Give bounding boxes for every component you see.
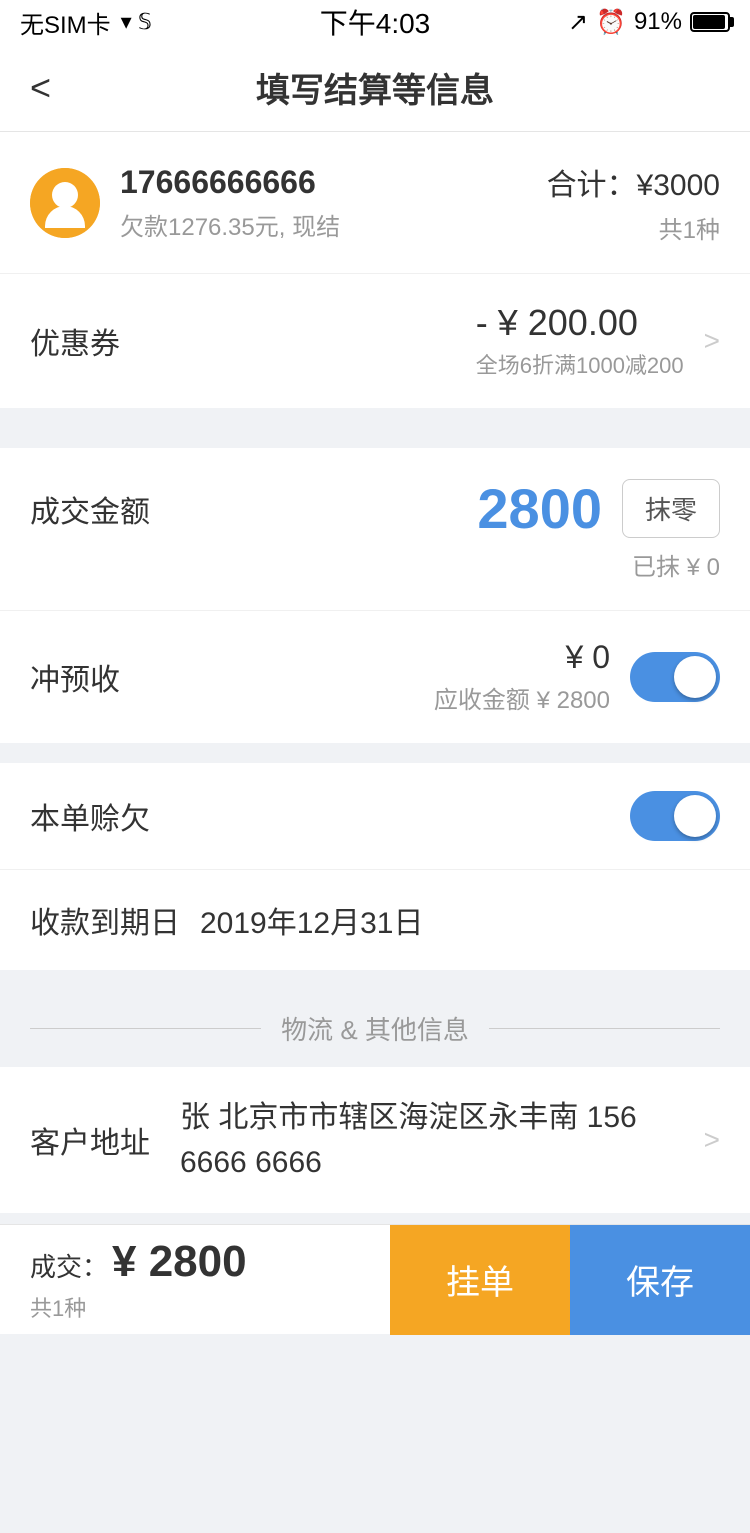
status-left: 无SIM卡 ▾ 𝕊 xyxy=(20,5,152,40)
address-section[interactable]: 客户地址 张 北京市市辖区海淀区永丰南 156 6666 6666 > xyxy=(0,1067,750,1213)
coupon-row[interactable]: 优惠券 - ¥ 200.00 全场6折满1000减200 > xyxy=(0,273,750,408)
address-label: 客户地址 xyxy=(30,1118,150,1162)
duedate-label: 收款到期日 xyxy=(30,898,180,942)
customer-row: 17666666666 欠款1276.35元, 现结 合计：¥3000 共1种 xyxy=(0,132,750,273)
divider-line-right xyxy=(489,1028,720,1029)
toggle-knob xyxy=(674,656,716,698)
time-label: 下午4:03 xyxy=(320,2,431,42)
coupon-info: - ¥ 200.00 全场6折满1000减200 xyxy=(476,302,684,380)
battery-bar xyxy=(690,12,730,32)
avatar xyxy=(30,168,100,238)
prepay-section: 冲预收 ¥ 0 应收金额 ¥ 2800 xyxy=(0,611,750,743)
chevron-right-icon: > xyxy=(704,325,720,357)
wifi-icon: ▾ 𝕊 xyxy=(121,9,152,35)
duedate-value: 2019年12月31日 xyxy=(200,898,423,942)
page-title: 填写结算等信息 xyxy=(256,63,494,112)
bottom-deal-amount: ¥ 2800 xyxy=(112,1237,247,1287)
customer-info: 17666666666 欠款1276.35元, 现结 xyxy=(120,164,340,242)
hang-button[interactable]: 挂单 xyxy=(390,1225,570,1335)
deal-right: 2800 抹零 xyxy=(477,476,720,541)
carrier-label: 无SIM卡 xyxy=(20,5,111,40)
battery-fill xyxy=(693,15,725,29)
prepay-amount: ¥ 0 xyxy=(434,639,610,676)
divider-1 xyxy=(0,428,750,448)
avatar-icon xyxy=(30,168,100,238)
round-btn[interactable]: 抹零 xyxy=(622,479,720,538)
gps-icon: ↗ xyxy=(568,8,588,37)
total-amount: 合计：¥3000 xyxy=(547,160,720,204)
divider-line-left xyxy=(30,1028,261,1029)
deal-row: 成交金额 2800 抹零 xyxy=(30,476,720,541)
bottom-bar: 成交： ¥ 2800 共1种 挂单 保存 xyxy=(0,1224,750,1334)
deal-section: 成交金额 2800 抹零 已抹 ¥ 0 xyxy=(0,448,750,611)
customer-section: 17666666666 欠款1276.35元, 现结 合计：¥3000 共1种 … xyxy=(0,132,750,408)
deal-label: 成交金额 xyxy=(30,487,150,531)
prepay-right: ¥ 0 应收金额 ¥ 2800 xyxy=(434,639,720,715)
duedate-section: 收款到期日 2019年12月31日 xyxy=(0,869,750,970)
address-chevron-icon: > xyxy=(704,1124,720,1156)
prepay-label: 冲预收 xyxy=(30,655,120,699)
bottom-summary: 成交： ¥ 2800 共1种 xyxy=(0,1237,390,1323)
prepay-amount-block: ¥ 0 应收金额 ¥ 2800 xyxy=(434,639,610,715)
back-button[interactable]: < xyxy=(30,67,51,109)
bottom-count: 共1种 xyxy=(30,1291,360,1323)
bottom-deal-label: 成交： xyxy=(30,1247,108,1284)
alarm-icon: ⏰ xyxy=(596,8,626,37)
total-count: 共1种 xyxy=(547,210,720,245)
arrears-toggle[interactable] xyxy=(630,791,720,841)
logistics-divider: 物流 & 其他信息 xyxy=(0,990,750,1067)
address-value: 张 北京市市辖区海淀区永丰南 156 6666 6666 xyxy=(180,1095,694,1185)
arrears-toggle-knob xyxy=(674,795,716,837)
deal-amount: 2800 xyxy=(477,476,602,541)
customer-phone: 17666666666 xyxy=(120,164,340,201)
customer-right: 合计：¥3000 共1种 xyxy=(547,160,720,245)
prepay-sub: 应收金额 ¥ 2800 xyxy=(434,680,610,715)
coupon-desc: 全场6折满1000减200 xyxy=(476,348,684,380)
bottom-deal-row: 成交： ¥ 2800 xyxy=(30,1237,360,1287)
customer-sub: 欠款1276.35元, 现结 xyxy=(120,207,340,242)
coupon-label: 优惠券 xyxy=(30,319,120,363)
save-button[interactable]: 保存 xyxy=(570,1225,750,1335)
coupon-discount: - ¥ 200.00 xyxy=(476,302,684,344)
coupon-right: - ¥ 200.00 全场6折满1000减200 > xyxy=(476,302,720,380)
status-bar: 无SIM卡 ▾ 𝕊 下午4:03 ↗ ⏰ 91% xyxy=(0,0,750,44)
battery-label: 91% xyxy=(634,8,682,36)
customer-left: 17666666666 欠款1276.35元, 现结 xyxy=(30,164,340,242)
duedate-row: 收款到期日 2019年12月31日 xyxy=(30,898,720,942)
arrears-label: 本单赊欠 xyxy=(30,794,150,838)
nav-bar: < 填写结算等信息 xyxy=(0,44,750,132)
prepay-toggle[interactable] xyxy=(630,652,720,702)
logistics-label: 物流 & 其他信息 xyxy=(261,1010,489,1047)
status-right: ↗ ⏰ 91% xyxy=(568,8,730,37)
prepay-row: 冲预收 ¥ 0 应收金额 ¥ 2800 xyxy=(30,639,720,715)
deal-sub: 已抹 ¥ 0 xyxy=(30,547,720,582)
arrears-section: 本单赊欠 xyxy=(0,763,750,869)
